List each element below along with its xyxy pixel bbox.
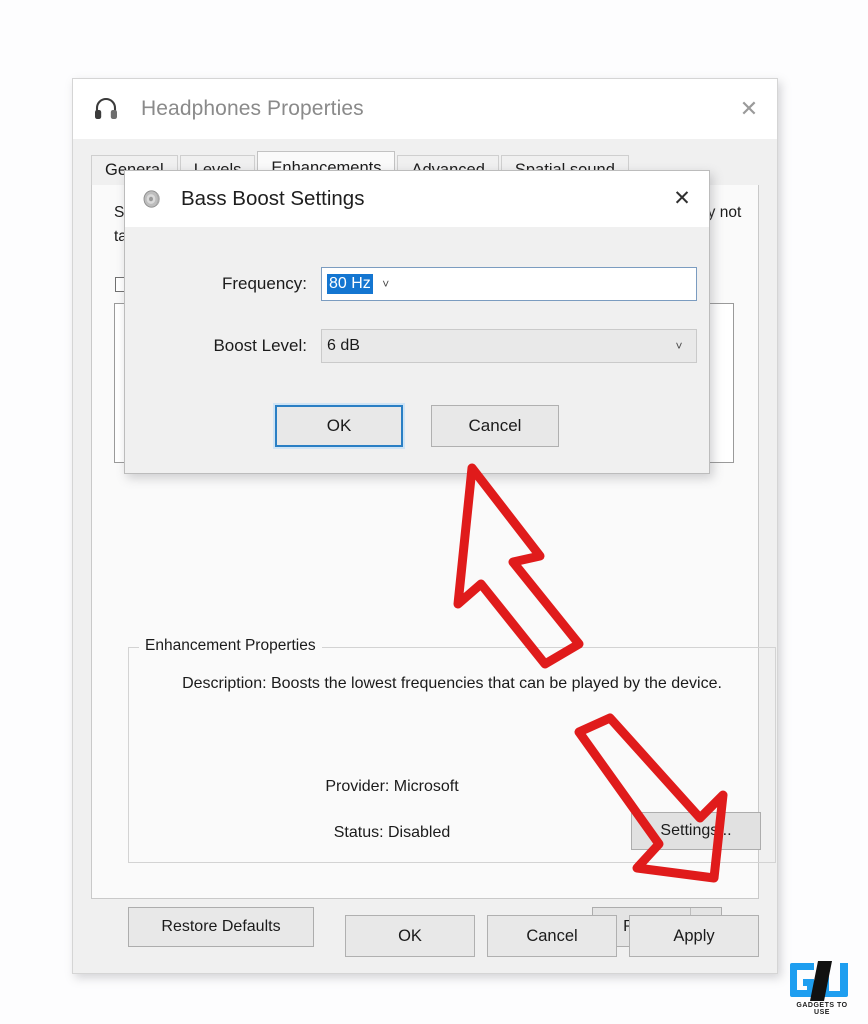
gadgets-to-use-logo-icon xyxy=(790,961,848,1001)
window-titlebar: Headphones Properties ✕ xyxy=(73,79,777,139)
frequency-value: 80 Hz xyxy=(327,274,373,294)
ok-button[interactable]: OK xyxy=(345,915,475,957)
cancel-button[interactable]: Cancel xyxy=(487,915,617,957)
footer-button-row: OK Cancel Apply xyxy=(345,915,759,957)
watermark-tagline: GADGETS TO USE xyxy=(796,1002,848,1016)
modal-titlebar: Bass Boost Settings ✕ xyxy=(125,171,709,227)
boost-level-label: Boost Level: xyxy=(213,336,307,355)
enhancement-provider: Provider: Microsoft xyxy=(325,778,459,795)
modal-button-row: OK Cancel xyxy=(125,405,709,447)
window-close-button[interactable]: ✕ xyxy=(721,79,777,138)
chevron-down-icon[interactable]: ˅ xyxy=(373,277,399,291)
chevron-down-icon[interactable]: ˅ xyxy=(666,339,692,353)
boost-level-combobox[interactable]: 6 dB ˅ xyxy=(321,329,697,363)
boost-level-field-row: Boost Level: 6 dB ˅ xyxy=(125,329,709,363)
group-title: Enhancement Properties xyxy=(139,637,322,655)
watermark: GADGETS TO USE xyxy=(788,961,856,1016)
modal-close-button[interactable]: ✕ xyxy=(655,171,709,226)
enhancement-properties-group: Enhancement Properties Description: Boos… xyxy=(128,637,776,863)
apply-button[interactable]: Apply xyxy=(629,915,759,957)
frequency-field-row: Frequency: 80 Hz ˅ xyxy=(125,267,709,301)
modal-body: Frequency: 80 Hz ˅ Boost Level: 6 dB ˅ O… xyxy=(125,227,709,473)
settings-button[interactable]: Settings... xyxy=(631,812,761,850)
modal-ok-button[interactable]: OK xyxy=(275,405,403,447)
enhancement-description: Description: Boosts the lowest frequenci… xyxy=(182,675,722,692)
bass-boost-settings-dialog: Bass Boost Settings ✕ Frequency: 80 Hz ˅… xyxy=(124,170,710,474)
modal-cancel-button[interactable]: Cancel xyxy=(431,405,559,447)
boost-level-value: 6 dB xyxy=(327,337,360,354)
modal-title: Bass Boost Settings xyxy=(181,187,365,210)
frequency-label: Frequency: xyxy=(221,274,307,293)
window-title: Headphones Properties xyxy=(141,97,364,120)
headphones-icon xyxy=(95,97,117,119)
enhancement-status: Status: Disabled xyxy=(333,824,451,841)
speaker-icon xyxy=(143,190,160,208)
restore-defaults-button[interactable]: Restore Defaults xyxy=(128,907,314,947)
frequency-combobox[interactable]: 80 Hz ˅ xyxy=(321,267,697,301)
